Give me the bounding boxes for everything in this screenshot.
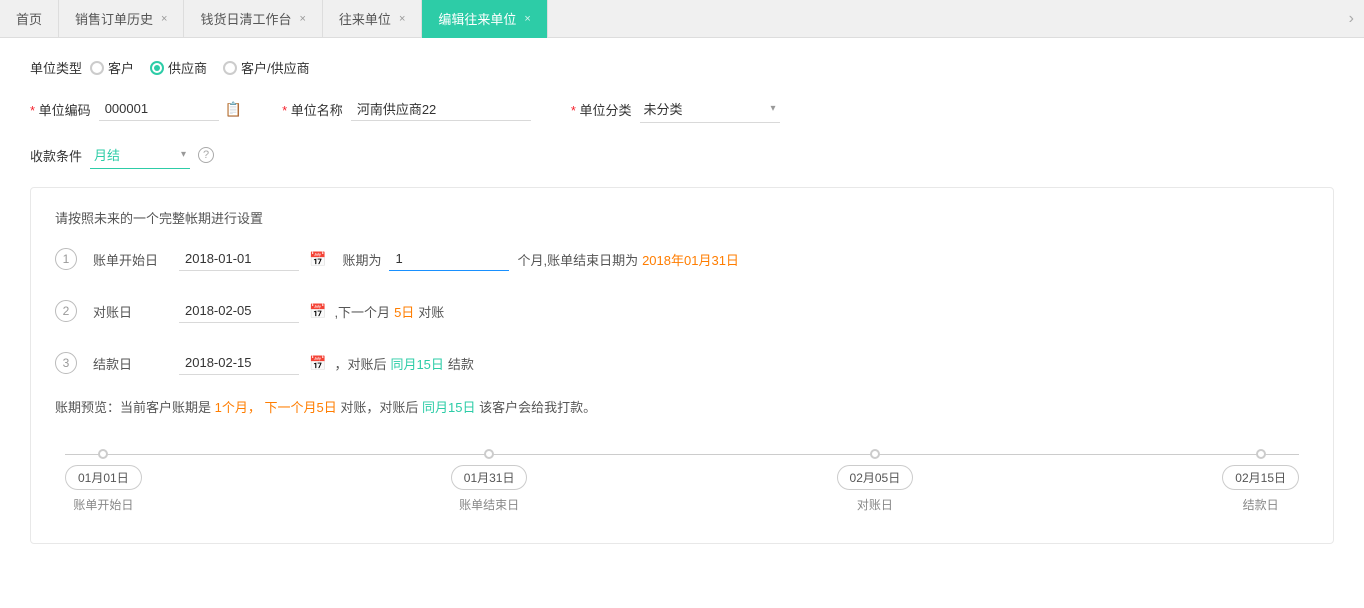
step-label-3: 结款日 (93, 354, 163, 373)
preview-label: 账期预览：当前客户账期是 (55, 400, 211, 415)
unit-category-group: 单位分类 未分类 ▾ (571, 95, 780, 123)
period-suffix: 个月,账单结束日期为 (517, 250, 638, 269)
payment-terms-label: 收款条件 (30, 146, 82, 165)
step-num-2: 2 (55, 300, 77, 322)
payment-suffix: 结款 (448, 354, 474, 373)
radio-customer[interactable]: 客户 (90, 58, 134, 77)
reconcile-prefix: ,下一个月 (334, 302, 390, 321)
timeline-label-1: 账单开始日 (73, 496, 133, 513)
unit-code-calendar-icon[interactable]: 📋 (225, 101, 242, 118)
unit-type-row: 单位类型 客户 供应商 客户/供应商 (30, 58, 1334, 77)
period-settings-section: 请按照未来的一个完整帐期进行设置 1 账单开始日 📅 账期为 个月,账单结束日期… (30, 187, 1334, 544)
tab-sales-history[interactable]: 销售订单历史 × (59, 0, 184, 38)
timeline-dot-4 (1256, 449, 1266, 459)
timeline-dot-2 (484, 449, 494, 459)
payment-date-input[interactable] (179, 351, 299, 375)
payment-prefix: ，对账后 (334, 354, 386, 373)
timeline-item-2: 01月31日 账单结束日 (451, 436, 528, 513)
unit-category-arrow-icon: ▾ (770, 103, 775, 114)
payment-day-highlight: 同月15日 (390, 354, 443, 373)
timeline-tag-1: 01月01日 (65, 465, 142, 490)
timeline-tag-2: 01月31日 (451, 465, 528, 490)
timeline-container: 01月01日 账单开始日 01月31日 账单结束日 02月05日 对账日 (55, 436, 1309, 513)
timeline-item-4: 02月15日 结款日 (1222, 436, 1299, 513)
radio-circle-supplier (150, 61, 164, 75)
unit-name-label: 单位名称 (282, 100, 343, 119)
preview-end-text: 该客户会给我打款。 (479, 400, 596, 415)
radio-label-supplier: 供应商 (168, 58, 207, 77)
step-num-3: 3 (55, 352, 77, 374)
step-content-2: 📅 ,下一个月5日 对账 (179, 299, 1309, 323)
payment-terms-value: 月结 (94, 145, 177, 164)
step-num-1: 1 (55, 248, 77, 270)
tab-bar: 首页 销售订单历史 × 钱货日清工作台 × 往来单位 × 编辑往来单位 × › (0, 0, 1364, 38)
unit-type-radio-group: 客户 供应商 客户/供应商 (90, 58, 310, 77)
step-label-1: 账单开始日 (93, 250, 163, 269)
help-icon[interactable]: ? (198, 147, 214, 163)
reconcile-day-highlight: 5日 (394, 302, 414, 321)
start-date-input[interactable] (179, 247, 299, 271)
tab-edit-partner[interactable]: 编辑往来单位 × (422, 0, 547, 38)
payment-terms-dropdown[interactable]: 月结 ▾ (90, 141, 190, 169)
timeline-tag-4: 02月15日 (1222, 465, 1299, 490)
unit-category-value: 未分类 (644, 99, 767, 118)
main-content: 单位类型 客户 供应商 客户/供应商 单位编码 📋 单位名称 (0, 38, 1364, 608)
payment-terms-arrow-icon: ▾ (181, 149, 186, 160)
radio-label-customer-supplier: 客户/供应商 (241, 58, 310, 77)
step-row-2: 2 对账日 📅 ,下一个月5日 对账 (55, 299, 1309, 323)
timeline-label-2: 账单结束日 (459, 496, 519, 513)
timeline-tag-3: 02月05日 (837, 465, 914, 490)
tab-more-button[interactable]: › (1339, 10, 1364, 28)
step-label-2: 对账日 (93, 302, 163, 321)
step-content-3: 📅 ，对账后 同月15日 结款 (179, 351, 1309, 375)
preview-text-row: 账期预览：当前客户账期是 1个月， 下一个月5日 对账，对账后 同月15日 该客… (55, 385, 1309, 416)
step-row-1: 1 账单开始日 📅 账期为 个月,账单结束日期为 2018年01月31日 (55, 247, 1309, 271)
unit-name-group: 单位名称 (282, 97, 531, 121)
tab-partner-units[interactable]: 往来单位 × (323, 0, 422, 38)
timeline-label-3: 对账日 (857, 496, 893, 513)
unit-category-dropdown[interactable]: 未分类 ▾ (640, 95, 780, 123)
preview-months: 1个月， (215, 400, 261, 415)
radio-circle-customer (90, 61, 104, 75)
preview-payment-day: 同月15日 (422, 400, 475, 415)
unit-info-row: 单位编码 📋 单位名称 单位分类 未分类 ▾ (30, 95, 1334, 123)
period-for-label: 账期为 (342, 250, 381, 269)
unit-category-label: 单位分类 (571, 100, 632, 119)
unit-code-label: 单位编码 (30, 100, 91, 119)
unit-name-input[interactable] (351, 97, 531, 121)
unit-code-input[interactable] (99, 97, 219, 121)
unit-code-group: 单位编码 📋 (30, 97, 242, 121)
tab-cash-clearance[interactable]: 钱货日清工作台 × (184, 0, 322, 38)
payment-terms-row: 收款条件 月结 ▾ ? (30, 141, 1334, 169)
timeline-item-3: 02月05日 对账日 (837, 436, 914, 513)
reconcile-suffix: 对账 (418, 302, 444, 321)
preview-reconcile-day: 下一个月5日 (265, 400, 337, 415)
radio-supplier[interactable]: 供应商 (150, 58, 207, 77)
radio-customer-supplier[interactable]: 客户/供应商 (223, 58, 310, 77)
timeline-dot-3 (870, 449, 880, 459)
close-tab-edit-partner[interactable]: × (524, 13, 530, 25)
period-end-date: 2018年01月31日 (642, 250, 739, 269)
step-row-3: 3 结款日 📅 ，对账后 同月15日 结款 (55, 351, 1309, 375)
close-tab-partner-units[interactable]: × (399, 13, 405, 25)
timeline-item-1: 01月01日 账单开始日 (65, 436, 142, 513)
timeline-items: 01月01日 账单开始日 01月31日 账单结束日 02月05日 对账日 (65, 436, 1299, 513)
radio-circle-customer-supplier (223, 61, 237, 75)
reconcile-date-input[interactable] (179, 299, 299, 323)
tab-home[interactable]: 首页 (0, 0, 59, 38)
payment-date-calendar-icon[interactable]: 📅 (309, 355, 326, 372)
preview-mid-text: 对账，对账后 (340, 400, 422, 415)
start-date-calendar-icon[interactable]: 📅 (309, 251, 326, 268)
period-months-input[interactable] (389, 247, 509, 271)
close-tab-sales-history[interactable]: × (161, 13, 167, 25)
step-content-1: 📅 账期为 个月,账单结束日期为 2018年01月31日 (179, 247, 1309, 271)
section-instruction: 请按照未来的一个完整帐期进行设置 (55, 208, 1309, 227)
reconcile-date-calendar-icon[interactable]: 📅 (309, 303, 326, 320)
timeline-label-4: 结款日 (1243, 496, 1279, 513)
close-tab-cash-clearance[interactable]: × (299, 13, 305, 25)
timeline-dot-1 (98, 449, 108, 459)
radio-label-customer: 客户 (108, 58, 134, 77)
unit-type-label: 单位类型 (30, 58, 82, 77)
